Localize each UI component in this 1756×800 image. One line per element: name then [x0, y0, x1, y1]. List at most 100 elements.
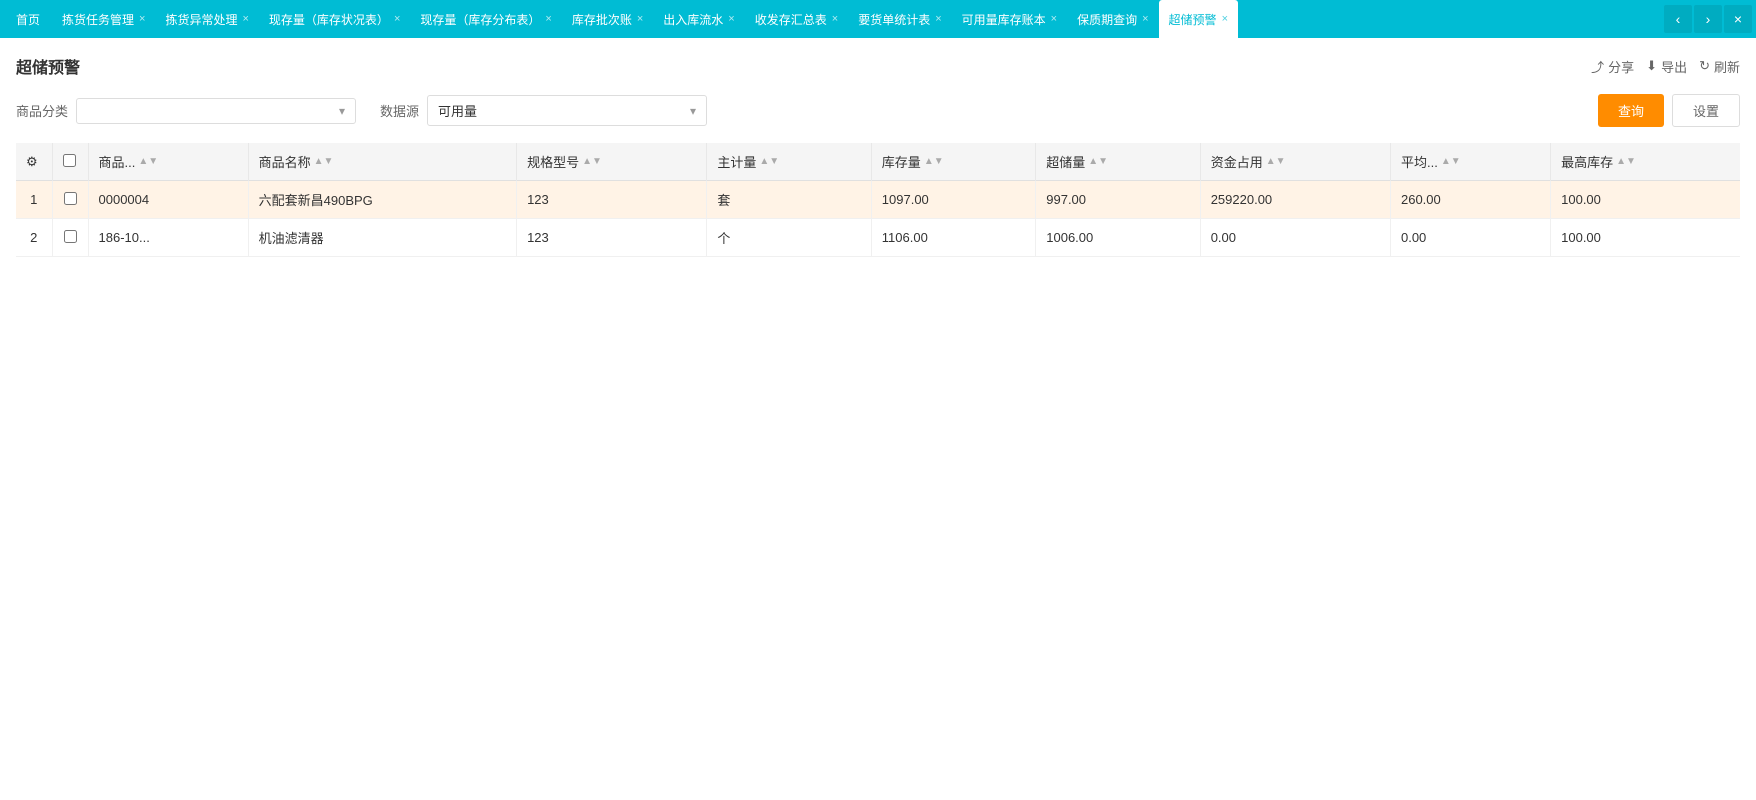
table-header-overflow[interactable]: 超储量 ▲▼ — [1036, 143, 1200, 181]
sort-max-stock[interactable]: 最高库存 ▲▼ — [1561, 152, 1636, 171]
col-label: 商品名称 — [259, 152, 311, 171]
nav-tab-4[interactable]: 现存量（库存分布表） × — [410, 0, 561, 38]
table-header-avg[interactable]: 平均... ▲▼ — [1390, 143, 1550, 181]
col-label: 规格型号 — [527, 152, 579, 171]
sort-spec[interactable]: 规格型号 ▲▼ — [527, 152, 602, 171]
sort-overflow[interactable]: 超储量 ▲▼ — [1046, 152, 1108, 171]
filter-row: 商品分类 ▾ 数据源 可用量 ▾ 查询 设置 — [16, 94, 1740, 127]
export-button[interactable]: ⬇ 导出 — [1646, 57, 1687, 76]
refresh-label: 刷新 — [1714, 57, 1740, 76]
table-header-checkbox[interactable] — [52, 143, 88, 181]
tab-label: 现存量（库存分布表） — [420, 11, 540, 28]
cell-goods-name: 六配套新昌490BPG — [248, 181, 516, 219]
cell-max-stock: 100.00 — [1551, 219, 1740, 257]
cell-goods-code: 0000004 — [88, 181, 248, 219]
sort-stock[interactable]: 库存量 ▲▼ — [882, 152, 944, 171]
top-nav: 首页 拣货任务管理 × 拣货异常处理 × 现存量（库存状况表） × 现存量（库存… — [0, 0, 1756, 38]
nav-tab-7[interactable]: 收发存汇总表 × — [745, 0, 848, 38]
nav-tab-11-active[interactable]: 超储预警 × — [1159, 0, 1238, 38]
category-filter-group: 商品分类 ▾ — [16, 98, 356, 124]
sort-unit[interactable]: 主计量 ▲▼ — [717, 152, 779, 171]
nav-tab-5[interactable]: 库存批次账 × — [562, 0, 653, 38]
nav-arrow-close[interactable]: × — [1724, 5, 1752, 33]
tab-close-icon[interactable]: × — [394, 13, 400, 25]
nav-tab-6[interactable]: 出入库流水 × — [653, 0, 744, 38]
nav-tab-3[interactable]: 现存量（库存状况表） × — [259, 0, 410, 38]
filter-actions: 查询 设置 — [1598, 94, 1740, 127]
cell-spec: 123 — [517, 219, 707, 257]
tab-close-icon[interactable]: × — [1142, 13, 1148, 25]
share-button[interactable]: ⤴ 分享 — [1591, 57, 1634, 76]
table-header-goods-name[interactable]: 商品名称 ▲▼ — [248, 143, 516, 181]
table-header-spec[interactable]: 规格型号 ▲▼ — [517, 143, 707, 181]
nav-arrow-left[interactable]: ‹ — [1664, 5, 1692, 33]
refresh-icon: ↻ — [1699, 58, 1710, 74]
tab-close-icon[interactable]: × — [1222, 13, 1228, 25]
query-button[interactable]: 查询 — [1598, 94, 1664, 127]
tab-close-icon[interactable]: × — [728, 13, 734, 25]
nav-arrows: ‹ › × — [1662, 5, 1752, 33]
cell-overflow: 997.00 — [1036, 181, 1200, 219]
row-num-cell — [52, 181, 88, 219]
sort-goods-name[interactable]: 商品名称 ▲▼ — [259, 152, 334, 171]
nav-tab-2[interactable]: 拣货异常处理 × — [155, 0, 258, 38]
nav-tab-10[interactable]: 保质期查询 × — [1067, 0, 1158, 38]
export-label: 导出 — [1661, 57, 1687, 76]
sort-icon: ▲▼ — [1088, 157, 1108, 167]
gear-icon: ⚙ — [26, 154, 38, 169]
page-title: 超储预警 — [16, 54, 80, 78]
table-header-goods-code[interactable]: 商品... ▲▼ — [88, 143, 248, 181]
tab-close-icon[interactable]: × — [545, 13, 551, 25]
sort-avg[interactable]: 平均... ▲▼ — [1401, 152, 1461, 171]
page-header: 超储预警 ⤴ 分享 ⬇ 导出 ↻ 刷新 — [16, 54, 1740, 78]
datasource-label: 数据源 — [380, 101, 419, 120]
tab-close-icon[interactable]: × — [139, 13, 145, 25]
settings-button[interactable]: 设置 — [1672, 94, 1740, 127]
cell-overflow: 1006.00 — [1036, 219, 1200, 257]
refresh-button[interactable]: ↻ 刷新 — [1699, 57, 1740, 76]
chevron-down-icon: ▾ — [339, 104, 345, 118]
data-table: ⚙ 商品... ▲▼ 商品名称 ▲▼ — [16, 143, 1740, 257]
table-row: 2 186-10... 机油滤清器 123 个 1106.00 1006.00 … — [16, 219, 1740, 257]
col-label: 最高库存 — [1561, 152, 1613, 171]
tab-label: 出入库流水 — [663, 11, 723, 28]
tab-close-icon[interactable]: × — [242, 13, 248, 25]
category-select[interactable]: ▾ — [76, 98, 356, 124]
table-row: 1 0000004 六配套新昌490BPG 123 套 1097.00 997.… — [16, 181, 1740, 219]
datasource-select-value: 可用量 — [438, 101, 477, 120]
row-checkbox[interactable] — [64, 192, 77, 205]
table-header-stock[interactable]: 库存量 ▲▼ — [871, 143, 1035, 181]
tab-label: 超储预警 — [1169, 11, 1217, 28]
nav-arrow-right[interactable]: › — [1694, 5, 1722, 33]
tab-label: 可用量库存账本 — [962, 11, 1046, 28]
tab-label: 收发存汇总表 — [755, 11, 827, 28]
sort-capital[interactable]: 资金占用 ▲▼ — [1211, 152, 1286, 171]
cell-capital: 259220.00 — [1200, 181, 1390, 219]
cell-avg: 260.00 — [1390, 181, 1550, 219]
nav-tab-9[interactable]: 可用量库存账本 × — [952, 0, 1067, 38]
nav-home[interactable]: 首页 — [4, 0, 52, 38]
table-header-unit[interactable]: 主计量 ▲▼ — [707, 143, 871, 181]
sort-goods-code[interactable]: 商品... ▲▼ — [99, 152, 159, 171]
nav-tab-8[interactable]: 要货单统计表 × — [848, 0, 951, 38]
datasource-select[interactable]: 可用量 ▾ — [427, 95, 707, 126]
table-body: 1 0000004 六配套新昌490BPG 123 套 1097.00 997.… — [16, 181, 1740, 257]
tab-close-icon[interactable]: × — [637, 13, 643, 25]
sort-icon: ▲▼ — [1266, 157, 1286, 167]
row-checkbox[interactable] — [64, 230, 77, 243]
table-header-settings[interactable]: ⚙ — [16, 143, 52, 181]
col-label: 库存量 — [882, 152, 921, 171]
col-label: 资金占用 — [1211, 152, 1263, 171]
tab-close-icon[interactable]: × — [1051, 13, 1057, 25]
datasource-filter-group: 数据源 可用量 ▾ — [380, 95, 707, 126]
nav-tab-1[interactable]: 拣货任务管理 × — [52, 0, 155, 38]
table-header-max-stock[interactable]: 最高库存 ▲▼ — [1551, 143, 1740, 181]
table-header-capital[interactable]: 资金占用 ▲▼ — [1200, 143, 1390, 181]
select-all-checkbox[interactable] — [63, 154, 76, 167]
tab-label: 拣货异常处理 — [165, 11, 237, 28]
col-label: 超储量 — [1046, 152, 1085, 171]
tab-close-icon[interactable]: × — [832, 13, 838, 25]
tab-close-icon[interactable]: × — [935, 13, 941, 25]
chevron-down-icon-2: ▾ — [690, 104, 696, 118]
sort-icon: ▲▼ — [1616, 157, 1636, 167]
